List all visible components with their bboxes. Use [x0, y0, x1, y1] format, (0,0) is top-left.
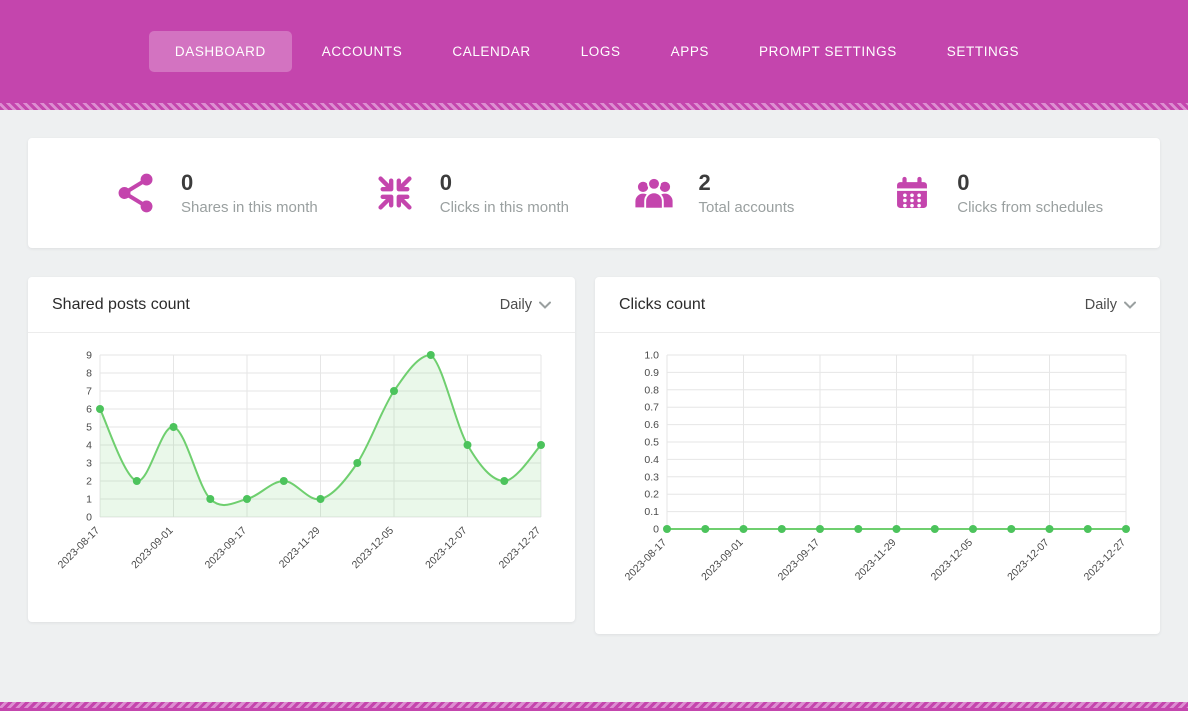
- period-label: Daily: [1084, 296, 1117, 313]
- svg-text:0.5: 0.5: [644, 437, 659, 449]
- svg-text:7: 7: [86, 386, 92, 398]
- svg-text:2023-08-17: 2023-08-17: [56, 525, 103, 572]
- svg-text:0.4: 0.4: [644, 454, 659, 466]
- accounts-icon: [631, 170, 677, 216]
- svg-text:2023-12-07: 2023-12-07: [423, 525, 470, 572]
- shared-posts-period-dropdown[interactable]: Daily: [500, 297, 551, 313]
- svg-text:2023-12-05: 2023-12-05: [929, 537, 976, 584]
- nav-item-logs[interactable]: LOGS: [561, 31, 641, 72]
- clicks-chart-title: Clicks count: [619, 295, 706, 313]
- shares-label: Shares in this month: [181, 199, 318, 216]
- svg-text:2023-12-07: 2023-12-07: [1005, 537, 1052, 584]
- svg-text:0.2: 0.2: [644, 489, 659, 501]
- svg-text:2023-12-05: 2023-12-05: [350, 525, 397, 572]
- nav-item-prompt-settings[interactable]: PROMPT SETTINGS: [739, 31, 917, 72]
- svg-text:1.0: 1.0: [644, 350, 659, 362]
- svg-text:2023-09-01: 2023-09-01: [129, 525, 176, 572]
- chevron-down-icon: [539, 301, 551, 309]
- svg-text:0.8: 0.8: [644, 384, 659, 396]
- shared-posts-chart-title: Shared posts count: [52, 295, 190, 313]
- nav-item-settings[interactable]: SETTINGS: [927, 31, 1039, 72]
- accounts-count: 2: [698, 170, 711, 195]
- svg-text:1: 1: [86, 494, 92, 506]
- clicks-line-chart: 0 0.1 0.2 0.3 0.4 0.5 0.6 0.7 0.8 0.9 1.0 2023-08-1…: [623, 350, 1130, 584]
- svg-text:0: 0: [653, 524, 659, 536]
- top-navigation-bar: DASHBOARD ACCOUNTS CALENDAR LOGS APPS PR…: [0, 0, 1188, 103]
- svg-text:2023-08-17: 2023-08-17: [623, 537, 670, 584]
- svg-text:2: 2: [86, 476, 92, 488]
- svg-text:0.3: 0.3: [644, 471, 659, 483]
- clicks-period-dropdown[interactable]: Daily: [1085, 297, 1136, 313]
- svg-text:0.6: 0.6: [644, 419, 659, 431]
- svg-text:2023-12-27: 2023-12-27: [497, 525, 544, 572]
- svg-text:0.7: 0.7: [644, 402, 659, 414]
- stat-schedule-clicks: 0 Clicks from schedules: [889, 170, 1148, 216]
- svg-text:0: 0: [86, 512, 92, 524]
- dashboard-content: 0 Shares in this month 0 Clicks in this …: [0, 110, 1188, 702]
- svg-text:9: 9: [86, 350, 92, 362]
- nav-item-dashboard[interactable]: DASHBOARD: [148, 31, 292, 72]
- period-label: Daily: [499, 296, 532, 313]
- svg-text:0.1: 0.1: [644, 506, 659, 518]
- nav-item-accounts[interactable]: ACCOUNTS: [302, 31, 423, 72]
- svg-text:8: 8: [86, 368, 92, 380]
- nav-item-apps[interactable]: APPS: [651, 31, 729, 72]
- accounts-label: Total accounts: [698, 199, 795, 216]
- clicks-chart-card: Clicks count Daily 0 0.1 0.2 0.3 0.4 0.5 0.6 0.…: [595, 277, 1160, 634]
- svg-text:2023-12-27: 2023-12-27: [1082, 537, 1129, 584]
- charts-row: Shared posts count Daily 0 1 2 3 4 5 6 7 8 9 2023-…: [28, 277, 1160, 634]
- svg-text:2023-09-17: 2023-09-17: [203, 525, 250, 572]
- chevron-down-icon: [1124, 301, 1136, 309]
- stat-accounts: 2 Total accounts: [631, 170, 890, 216]
- svg-text:2023-11-29: 2023-11-29: [853, 537, 899, 583]
- schedule-clicks-count: 0: [957, 170, 970, 195]
- clicks-icon: [372, 170, 418, 216]
- shares-count: 0: [181, 170, 194, 195]
- svg-text:5: 5: [86, 422, 92, 434]
- stat-shares: 0 Shares in this month: [113, 170, 372, 216]
- svg-text:4: 4: [86, 440, 92, 452]
- stat-clicks: 0 Clicks in this month: [372, 170, 631, 216]
- nav-item-calendar[interactable]: CALENDAR: [432, 31, 550, 72]
- svg-text:2023-11-29: 2023-11-29: [277, 525, 323, 571]
- shared-posts-chart-card: Shared posts count Daily 0 1 2 3 4 5 6 7 8 9 2023-…: [28, 277, 575, 622]
- schedule-clicks-label: Clicks from schedules: [957, 199, 1104, 216]
- header-hatch-border: [0, 103, 1188, 110]
- stats-summary-card: 0 Shares in this month 0 Clicks in this …: [28, 138, 1160, 248]
- svg-text:2023-09-01: 2023-09-01: [699, 537, 746, 584]
- svg-text:2023-09-17: 2023-09-17: [776, 537, 823, 584]
- svg-text:0.9: 0.9: [644, 367, 659, 379]
- shared-posts-line-chart: 0 1 2 3 4 5 6 7 8 9 2023-08-17 2023-09-01 2023-09-17…: [56, 350, 545, 572]
- clicks-count: 0: [439, 170, 452, 195]
- main-nav: DASHBOARD ACCOUNTS CALENDAR LOGS APPS PR…: [148, 31, 1039, 72]
- clicks-label: Clicks in this month: [439, 199, 569, 216]
- svg-text:6: 6: [86, 404, 92, 416]
- svg-text:3: 3: [86, 458, 92, 470]
- calendar-icon: [889, 170, 935, 216]
- share-icon: [113, 170, 159, 216]
- footer-accent-bar: [0, 702, 1188, 711]
